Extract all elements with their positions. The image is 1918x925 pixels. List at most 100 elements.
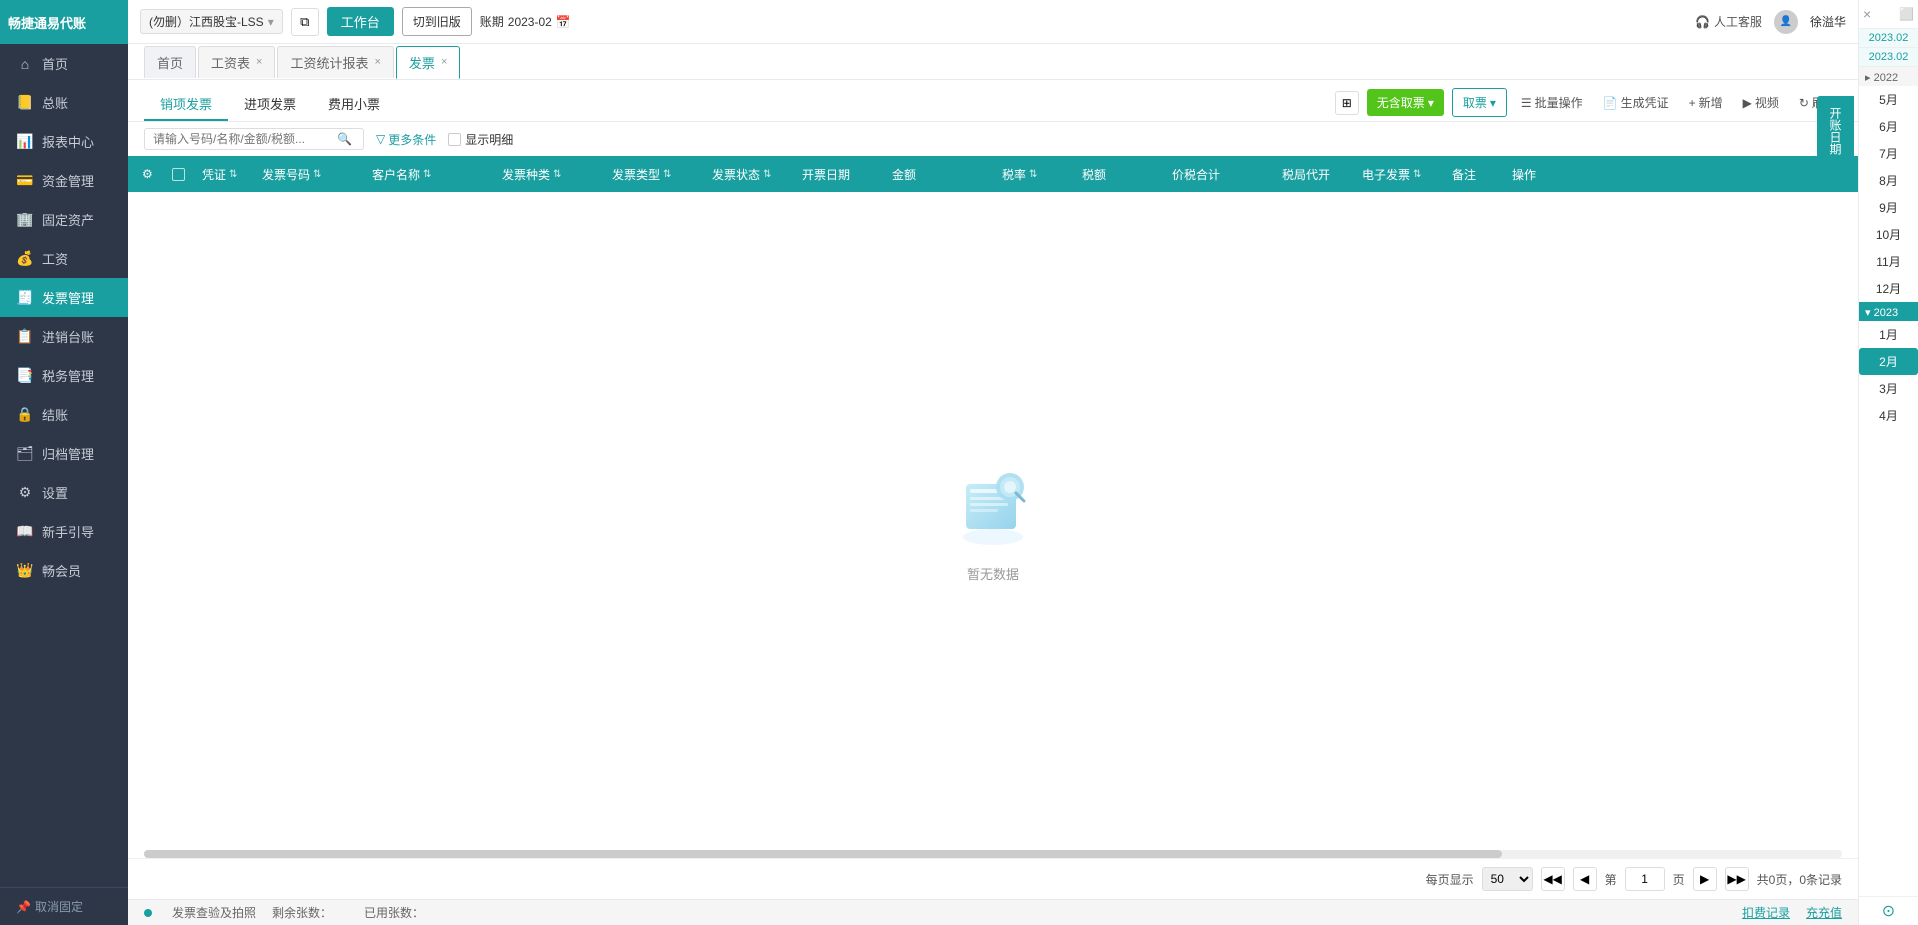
grid-view-button[interactable]: ⊞ [1335,91,1359,115]
th-invoice-type[interactable]: 发票种类 ⇅ [496,166,606,183]
tax-arrow-icon: ▾ [1490,96,1496,110]
date-panel-expand-icon[interactable]: ⬜ [1899,7,1914,21]
home-icon: ⌂ [16,56,34,72]
year-2023-label[interactable]: ▾ 2023 [1859,302,1918,321]
tab-salary-close-icon[interactable]: × [256,56,262,68]
th-e-invoice-label: 电子发票 [1362,166,1410,183]
sidebar-item-settings[interactable]: ⚙ 设置 [0,473,128,512]
sidebar-item-home[interactable]: ⌂ 首页 [0,44,128,83]
company-selector[interactable]: (勿删）江西股宝-LSS ▾ [140,9,283,34]
show-detail-checkbox-label[interactable]: 显示明细 [448,131,513,148]
page-number-input[interactable] [1625,867,1665,891]
th-invoice-no[interactable]: 发票号码 ⇅ [256,166,366,183]
sidebar-pin[interactable]: 📌 取消固定 [0,887,128,925]
per-page-select[interactable]: 50 100 200 [1482,867,1533,891]
sub-tab-expense[interactable]: 费用小票 [312,88,396,121]
month-2022-05[interactable]: 5月 [1859,86,1918,113]
tab-invoice-close-icon[interactable]: × [441,56,447,68]
month-2022-12[interactable]: 12月 [1859,275,1918,302]
th-tax-rate[interactable]: 税率 ⇅ [996,166,1076,183]
year-2022-section: ▸ 2022 5月 6月 7月 8月 9月 10月 11月 12月 [1859,67,1918,302]
open-period-button[interactable]: 开账日期 [1817,96,1854,166]
tab-home-label: 首页 [157,53,183,72]
sub-tab-sales-invoice[interactable]: 销项发票 [144,88,228,121]
month-2022-10[interactable]: 10月 [1859,221,1918,248]
sub-tab-purchase-invoice[interactable]: 进项发票 [228,88,312,121]
sidebar-item-invoice[interactable]: 🧾 发票管理 [0,278,128,317]
month-2023-02[interactable]: 2月 [1859,348,1918,375]
horizontal-scrollbar[interactable] [144,850,1842,858]
switch-button[interactable]: 切到旧版 [402,7,472,36]
sidebar-item-reports[interactable]: 📊 报表中心 [0,122,128,161]
sidebar-item-close[interactable]: 🔒 结账 [0,395,128,434]
date-panel-scroll-down[interactable]: ⊙ [1859,896,1918,925]
deduct-record-link[interactable]: 扣费记录 [1742,904,1790,921]
batch-button[interactable]: ☰ 批量操作 [1515,90,1589,115]
service-link[interactable]: 🎧 人工客服 [1695,13,1762,30]
th-customer[interactable]: 客户名称 ⇅ [366,166,496,183]
more-conditions-button[interactable]: ▽ 更多条件 [376,131,436,148]
th-checkbox[interactable] [166,168,196,181]
last-page-button[interactable]: ▶▶ [1725,867,1749,891]
tab-salary[interactable]: 工资表 × [198,46,275,78]
sidebar-label-salary: 工资 [42,249,68,268]
month-2022-09[interactable]: 9月 [1859,194,1918,221]
cert-button[interactable]: 📄 生成凭证 [1597,90,1675,115]
month-2023-04[interactable]: 4月 [1859,402,1918,429]
tab-salary-report[interactable]: 工资统计报表 × [277,46,393,78]
sidebar-item-member[interactable]: 👑 畅会员 [0,551,128,590]
main-area: (勿删）江西股宝-LSS ▾ ⧉ 工作台 切到旧版 账期 2023-02 📅 🎧… [128,0,1858,925]
tab-salary-label: 工资表 [211,53,250,72]
sidebar-item-ledger[interactable]: 📒 总账 [0,83,128,122]
th-tax-code: 税局代开 [1276,166,1356,183]
month-2022-06[interactable]: 6月 [1859,113,1918,140]
date-panel-close-icon[interactable]: × [1863,6,1871,22]
th-invoice-no-sort-icon: ⇅ [313,169,321,180]
sidebar-item-salary[interactable]: 💰 工资 [0,239,128,278]
show-detail-checkbox[interactable] [448,133,461,146]
tab-invoice[interactable]: 发票 × [396,46,460,79]
th-total: 价税合计 [1166,166,1276,183]
new-button[interactable]: + 新增 [1683,90,1729,115]
first-page-button[interactable]: ◀◀ [1541,867,1565,891]
month-2022-08[interactable]: 8月 [1859,167,1918,194]
used-label: 已用张数： [364,904,424,921]
th-status[interactable]: 发票状态 ⇅ [706,166,796,183]
filter-bar: 🔍 ▽ 更多条件 显示明细 [128,122,1858,156]
video-button[interactable]: ▶ 视频 [1737,90,1785,115]
sidebar-item-sales[interactable]: 📋 进销台账 [0,317,128,356]
month-2023-03[interactable]: 3月 [1859,375,1918,402]
funds-icon: 💳 [16,172,34,189]
period-label: 账期 [480,13,504,30]
th-invoice-cat[interactable]: 发票类型 ⇅ [606,166,706,183]
next-page-button[interactable]: ▶ [1693,867,1717,891]
sidebar-label-funds: 资金管理 [42,171,94,190]
username-display[interactable]: 徐溢华 [1810,13,1846,30]
tax-button[interactable]: 取票 ▾ [1452,88,1507,117]
month-2023-01[interactable]: 1月 [1859,321,1918,348]
empty-text: 暂无数据 [967,564,1019,583]
th-cert[interactable]: 凭证 ⇅ [196,166,256,183]
month-2022-11[interactable]: 11月 [1859,248,1918,275]
scrollbar-thumb[interactable] [144,850,1502,858]
prev-page-button[interactable]: ◀ [1573,867,1597,891]
service-icon: 🎧 [1695,15,1710,29]
month-2022-07[interactable]: 7月 [1859,140,1918,167]
th-cert-sort-icon: ⇅ [229,169,237,180]
year-2022-label[interactable]: ▸ 2022 [1859,67,1918,86]
tab-salary-report-close-icon[interactable]: × [374,56,380,68]
select-all-checkbox[interactable] [172,168,185,181]
sidebar-item-guide[interactable]: 📖 新手引导 [0,512,128,551]
sidebar-item-assets[interactable]: 🏢 固定资产 [0,200,128,239]
search-input[interactable] [153,132,333,146]
th-e-invoice[interactable]: 电子发票 ⇅ [1356,166,1446,183]
th-date-label: 开票日期 [802,166,850,183]
sidebar-item-tax[interactable]: 📑 税务管理 [0,356,128,395]
recharge-link[interactable]: 充充值 [1806,904,1842,921]
workspace-button[interactable]: 工作台 [327,7,394,36]
sidebar-item-funds[interactable]: 💳 资金管理 [0,161,128,200]
tab-home[interactable]: 首页 [144,46,196,78]
sidebar-item-archive[interactable]: 🗂 归档管理 [0,434,128,473]
no-tax-button[interactable]: 无含取票 ▾ [1367,89,1444,116]
copy-button[interactable]: ⧉ [291,8,319,36]
